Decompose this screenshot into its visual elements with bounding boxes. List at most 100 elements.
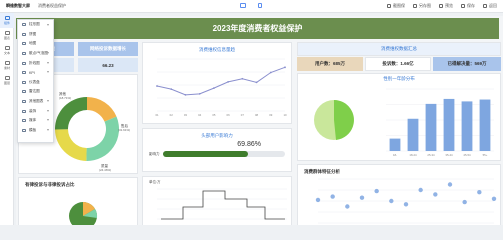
menu-item-media[interactable]: 媒体 xyxy=(18,116,53,126)
x-tick-label: 08 xyxy=(255,113,259,117)
template-icon xyxy=(22,128,26,132)
chevron-down-icon xyxy=(47,71,49,74)
menu-item-decoration[interactable]: 装饰 xyxy=(18,106,53,116)
step-unit: 单位:万 xyxy=(149,180,161,184)
scatter-point xyxy=(403,202,409,207)
line-point xyxy=(198,92,201,95)
mini-pie xyxy=(69,202,98,225)
donut-slice xyxy=(55,97,87,130)
bar xyxy=(425,103,437,151)
line-chart-icon xyxy=(22,61,26,65)
line-point xyxy=(212,87,215,90)
desktop-icon[interactable] xyxy=(240,3,246,8)
donut-slice xyxy=(55,129,87,161)
line-panel: 消费维权信息量趋 01 02 03 04 05 06 07 08 09 10 xyxy=(142,42,292,124)
x-tick-label: 02 xyxy=(170,113,174,117)
gender-pie xyxy=(314,100,354,140)
rail-item-component[interactable]: 组件 xyxy=(0,13,14,28)
chevron-down-icon xyxy=(47,129,49,132)
line-point xyxy=(269,71,272,74)
rail-item-layer[interactable]: 图层 xyxy=(0,73,14,88)
bar xyxy=(461,101,473,151)
bar xyxy=(407,118,419,151)
map-icon xyxy=(22,42,26,46)
chart-icon xyxy=(4,31,10,35)
device-toggle xyxy=(240,3,262,8)
menu-item-other[interactable]: 其他图表 xyxy=(18,97,53,107)
menu-item-map[interactable]: 地图 xyxy=(18,39,53,49)
scatter-point xyxy=(418,187,423,193)
doc-title[interactable]: 消费者权益保护 xyxy=(38,3,66,9)
scatter-chart xyxy=(315,178,497,224)
line-point xyxy=(284,66,286,69)
scatter-point xyxy=(462,199,467,205)
bar xyxy=(443,98,455,151)
line-point xyxy=(156,85,158,87)
x-tick-label: 01 xyxy=(155,113,159,117)
progress-fill xyxy=(163,151,249,157)
pie-chart-icon xyxy=(22,32,26,36)
step-panel: 单位:万 xyxy=(142,176,292,225)
x-tick-label: 04 xyxy=(198,113,202,117)
action-screenshot-button[interactable]: 截图保 xyxy=(387,3,405,9)
line-point xyxy=(184,93,187,96)
top-toolbar: 瞬维数智大屏 消费者权益保护 截图保 另存图 预览 保存 返回 xyxy=(0,0,503,13)
kpi-resolved: 已得解决量： 569万 xyxy=(433,57,501,71)
scatter-point xyxy=(389,198,394,204)
text-icon xyxy=(4,46,10,50)
rail-item-material[interactable]: 素材 xyxy=(0,58,14,73)
donut-label-other-pct: (18.71%) xyxy=(59,96,71,100)
chevron-down-icon xyxy=(47,100,49,103)
layer-icon xyxy=(4,76,10,80)
scatter-icon xyxy=(22,52,26,56)
media-icon xyxy=(22,119,26,123)
app-name: 瞬维数智大屏 xyxy=(6,3,30,8)
bar-chart-icon xyxy=(22,23,26,27)
bottom-left-panel: 有律投诉与非律投诉占比 xyxy=(18,177,138,225)
scatter-point xyxy=(315,197,321,203)
menu-item-template[interactable]: 模板 xyxy=(18,126,53,136)
kpi-growth-value: 66.23 xyxy=(78,58,138,72)
rail-item-chart[interactable]: 图表 xyxy=(0,28,14,43)
save-as-icon xyxy=(413,4,417,8)
menu-item-line[interactable]: 折线图 xyxy=(18,58,53,68)
material-icon xyxy=(4,61,10,65)
menu-item-pie[interactable]: 饼图 xyxy=(18,30,53,40)
donut-slice xyxy=(86,116,119,161)
action-back-button[interactable]: 返回 xyxy=(483,3,497,9)
gauge-icon xyxy=(22,80,26,84)
action-save-as-button[interactable]: 另存图 xyxy=(413,3,431,9)
save-icon xyxy=(461,4,465,8)
menu-item-scatter[interactable]: 散点/气泡图 xyxy=(18,49,53,59)
menu-item-gauge[interactable]: 仪表盘 xyxy=(18,78,53,88)
chevron-down-icon xyxy=(47,23,49,26)
banner-title: 2023年度消费者权益保护 xyxy=(16,18,499,39)
action-preview-button[interactable]: 预览 xyxy=(439,3,453,9)
scatter-point xyxy=(330,194,335,199)
radar-icon xyxy=(22,90,26,94)
bar xyxy=(479,99,491,151)
scatter-point xyxy=(359,195,365,200)
right-kpi-panel: 消费维权数据汇总 xyxy=(297,42,501,56)
line-point xyxy=(241,77,244,80)
menu-item-bar[interactable]: 柱形图 xyxy=(18,20,53,30)
x-tick-label: 55+ xyxy=(483,153,488,157)
scatter-point xyxy=(374,188,379,194)
other-chart-icon xyxy=(22,100,26,104)
x-tick-label: 07 xyxy=(241,113,245,117)
chevron-down-icon xyxy=(47,109,49,112)
progress-track xyxy=(163,151,285,157)
donut-label-quality-pct: (24.46%) xyxy=(99,168,111,172)
action-save-button[interactable]: 保存 xyxy=(461,3,475,9)
kpi-complaint-count: 投诉数： 1.66亿 xyxy=(365,57,431,71)
menu-item-kpi[interactable]: KPI xyxy=(18,68,53,78)
mobile-icon[interactable] xyxy=(258,3,262,8)
component-dropdown-menu: 柱形图 饼图 地图 散点/气泡图 折线图 KPI 仪表盘 雷达图 其他图表 装饰… xyxy=(17,19,54,143)
rail-item-text[interactable]: 文本 xyxy=(0,43,14,58)
line-series xyxy=(156,66,286,96)
x-tick-label: 18- xyxy=(393,153,397,157)
x-tick-label: 45-54 xyxy=(463,153,471,157)
toolbar-actions: 截图保 另存图 预览 保存 返回 xyxy=(387,3,497,9)
menu-item-radar[interactable]: 雷达图 xyxy=(18,87,53,97)
gender-age-title: 性别一年龄分布 xyxy=(383,76,415,81)
